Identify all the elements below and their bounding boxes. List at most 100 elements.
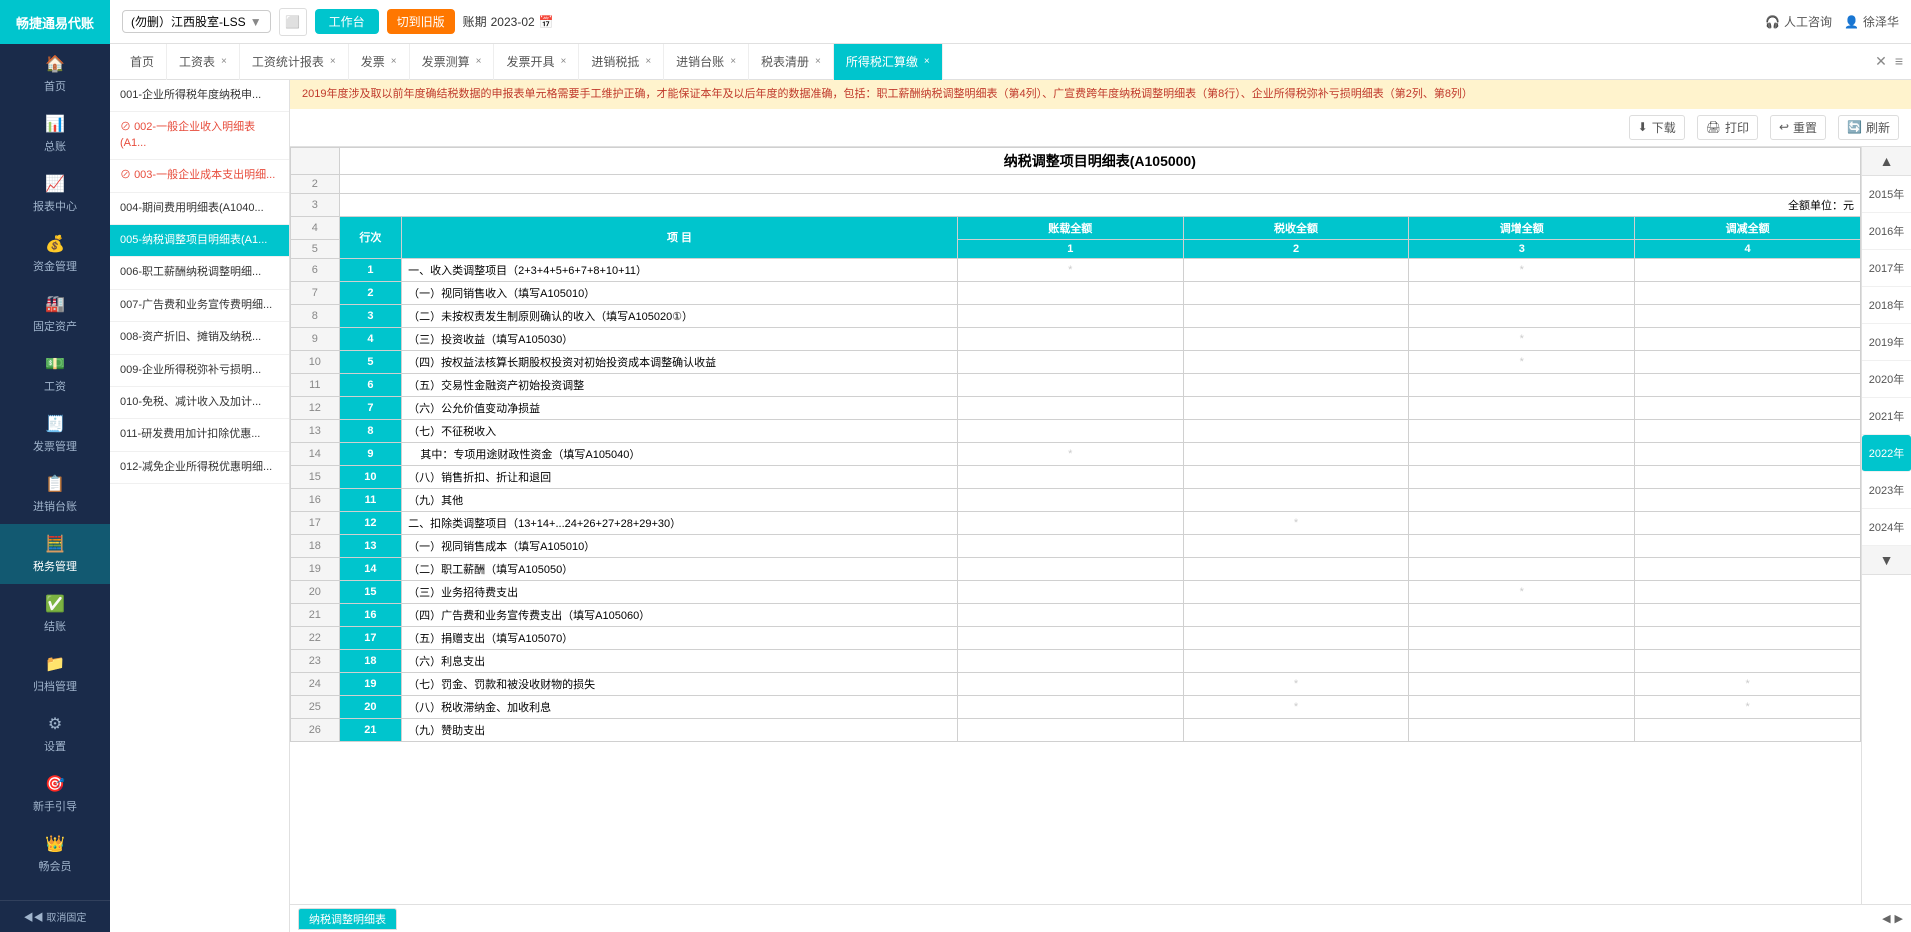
data-cell[interactable]	[957, 396, 1183, 419]
data-cell[interactable]	[1183, 557, 1409, 580]
sidebar-item-settings[interactable]: ⚙ 设置	[0, 704, 110, 764]
sheet-tab[interactable]: 纳税调整明细表	[298, 908, 397, 930]
data-cell[interactable]	[1635, 603, 1861, 626]
tab-close-icon[interactable]: ×	[560, 56, 566, 67]
data-cell[interactable]	[957, 511, 1183, 534]
data-cell[interactable]	[1183, 603, 1409, 626]
consult-area[interactable]: 🎧 人工咨询	[1765, 13, 1832, 30]
tab-close-icon[interactable]: ×	[815, 56, 821, 67]
data-cell[interactable]	[1635, 511, 1861, 534]
tab-invoice-calc[interactable]: 发票测算 ×	[410, 44, 495, 80]
left-panel-item-003[interactable]: 003-一般企业成本支出明细...	[110, 160, 289, 192]
left-panel-item-005[interactable]: 005-纳税调整项目明细表(A1...	[110, 225, 289, 257]
tab-close-icon[interactable]: ×	[476, 56, 482, 67]
data-cell[interactable]	[957, 419, 1183, 442]
tab-invoice-issue[interactable]: 发票开具 ×	[494, 44, 579, 80]
scroll-left-icon[interactable]: ◀	[1882, 912, 1890, 925]
tab-close-icon[interactable]: ×	[221, 56, 227, 67]
data-cell[interactable]: *	[1409, 327, 1635, 350]
left-panel-item-009[interactable]: 009-企业所得税弥补亏损明...	[110, 355, 289, 387]
data-cell[interactable]	[957, 695, 1183, 718]
data-cell[interactable]: *	[1409, 258, 1635, 281]
data-cell[interactable]	[957, 557, 1183, 580]
data-cell[interactable]	[1635, 258, 1861, 281]
data-cell[interactable]	[1183, 396, 1409, 419]
sidebar-item-purchase[interactable]: 📋 进销台账	[0, 464, 110, 524]
data-cell[interactable]	[957, 465, 1183, 488]
data-cell[interactable]	[1183, 580, 1409, 603]
sidebar-item-home[interactable]: 🏠 首页	[0, 44, 110, 104]
spreadsheet-container[interactable]: 纳税调整项目明细表(A105000) 2 3 全额单位：元	[290, 147, 1861, 905]
data-cell[interactable]	[1409, 695, 1635, 718]
data-cell[interactable]: *	[957, 442, 1183, 465]
data-cell[interactable]	[1635, 396, 1861, 419]
refresh-button[interactable]: 🔄 刷新	[1838, 115, 1899, 140]
left-panel-item-011[interactable]: 011-研发费用加计扣除优惠...	[110, 419, 289, 451]
left-panel-item-012[interactable]: 012-减免企业所得税优惠明细...	[110, 452, 289, 484]
tab-close-icon[interactable]: ×	[924, 56, 930, 67]
data-cell[interactable]	[957, 373, 1183, 396]
data-cell[interactable]	[1409, 304, 1635, 327]
tab-salary-report[interactable]: 工资统计报表 ×	[240, 44, 349, 80]
user-area[interactable]: 👤 徐泽华	[1844, 13, 1899, 30]
year-item-2017[interactable]: 2017年	[1862, 250, 1911, 287]
close-all-icon[interactable]: ✕	[1875, 53, 1887, 70]
download-button[interactable]: ⬇ 下载	[1629, 115, 1685, 140]
tab-close-icon[interactable]: ×	[730, 56, 736, 67]
collapse-fixed-button[interactable]: ◀◀ 取消固定	[0, 900, 110, 932]
data-cell[interactable]	[957, 718, 1183, 741]
scroll-right-icon[interactable]: ▶	[1895, 912, 1903, 925]
sidebar-item-ledger[interactable]: 📊 总账	[0, 104, 110, 164]
data-cell[interactable]	[1409, 557, 1635, 580]
data-cell[interactable]	[1409, 281, 1635, 304]
left-panel-item-001[interactable]: 001-企业所得税年度纳税申...	[110, 80, 289, 112]
tab-purchase-ledger[interactable]: 进销台账 ×	[664, 44, 749, 80]
tab-home[interactable]: 首页	[118, 44, 167, 80]
data-cell[interactable]	[1183, 350, 1409, 373]
data-cell[interactable]	[957, 350, 1183, 373]
data-cell[interactable]	[1635, 327, 1861, 350]
data-cell[interactable]	[1635, 373, 1861, 396]
data-cell[interactable]	[1409, 511, 1635, 534]
copy-icon[interactable]: ⬜	[279, 8, 307, 36]
data-cell[interactable]	[957, 327, 1183, 350]
data-cell[interactable]	[1635, 718, 1861, 741]
left-panel-item-006[interactable]: 006-职工薪酬纳税调整明细...	[110, 257, 289, 289]
data-cell[interactable]	[1635, 442, 1861, 465]
data-cell[interactable]	[1183, 419, 1409, 442]
print-button[interactable]: 🖨 打印	[1697, 115, 1758, 140]
data-cell[interactable]	[1183, 718, 1409, 741]
left-panel-item-010[interactable]: 010-免税、减计收入及加计...	[110, 387, 289, 419]
data-cell[interactable]	[1409, 465, 1635, 488]
data-cell[interactable]	[957, 281, 1183, 304]
reset-button[interactable]: ↩ 重置	[1770, 115, 1826, 140]
data-cell[interactable]	[1635, 649, 1861, 672]
data-cell[interactable]	[957, 534, 1183, 557]
data-cell[interactable]	[1183, 626, 1409, 649]
data-cell[interactable]	[1635, 534, 1861, 557]
data-cell[interactable]	[957, 304, 1183, 327]
data-cell[interactable]: *	[1409, 350, 1635, 373]
data-cell[interactable]	[1409, 419, 1635, 442]
sidebar-item-invoice[interactable]: 🧾 发票管理	[0, 404, 110, 464]
year-up-button[interactable]: ▲	[1862, 147, 1911, 176]
workbench-button[interactable]: 工作台	[315, 9, 379, 34]
data-cell[interactable]	[1183, 373, 1409, 396]
data-cell[interactable]	[1183, 465, 1409, 488]
data-cell[interactable]	[1183, 488, 1409, 511]
year-down-button[interactable]: ▼	[1862, 546, 1911, 575]
tab-invoice[interactable]: 发票 ×	[349, 44, 410, 80]
period-switch-button[interactable]: 切到旧版	[387, 9, 455, 34]
tab-close-icon[interactable]: ×	[645, 56, 651, 67]
data-cell[interactable]	[1183, 327, 1409, 350]
sidebar-item-finance[interactable]: 💰 资金管理	[0, 224, 110, 284]
data-cell[interactable]: *	[1183, 695, 1409, 718]
data-cell[interactable]: *	[957, 258, 1183, 281]
tab-close-icon[interactable]: ×	[391, 56, 397, 67]
data-cell[interactable]	[1635, 419, 1861, 442]
sidebar-item-salary[interactable]: 💵 工资	[0, 344, 110, 404]
data-cell[interactable]: *	[1635, 695, 1861, 718]
data-cell[interactable]	[1635, 281, 1861, 304]
data-cell[interactable]	[957, 488, 1183, 511]
data-cell[interactable]	[1183, 304, 1409, 327]
